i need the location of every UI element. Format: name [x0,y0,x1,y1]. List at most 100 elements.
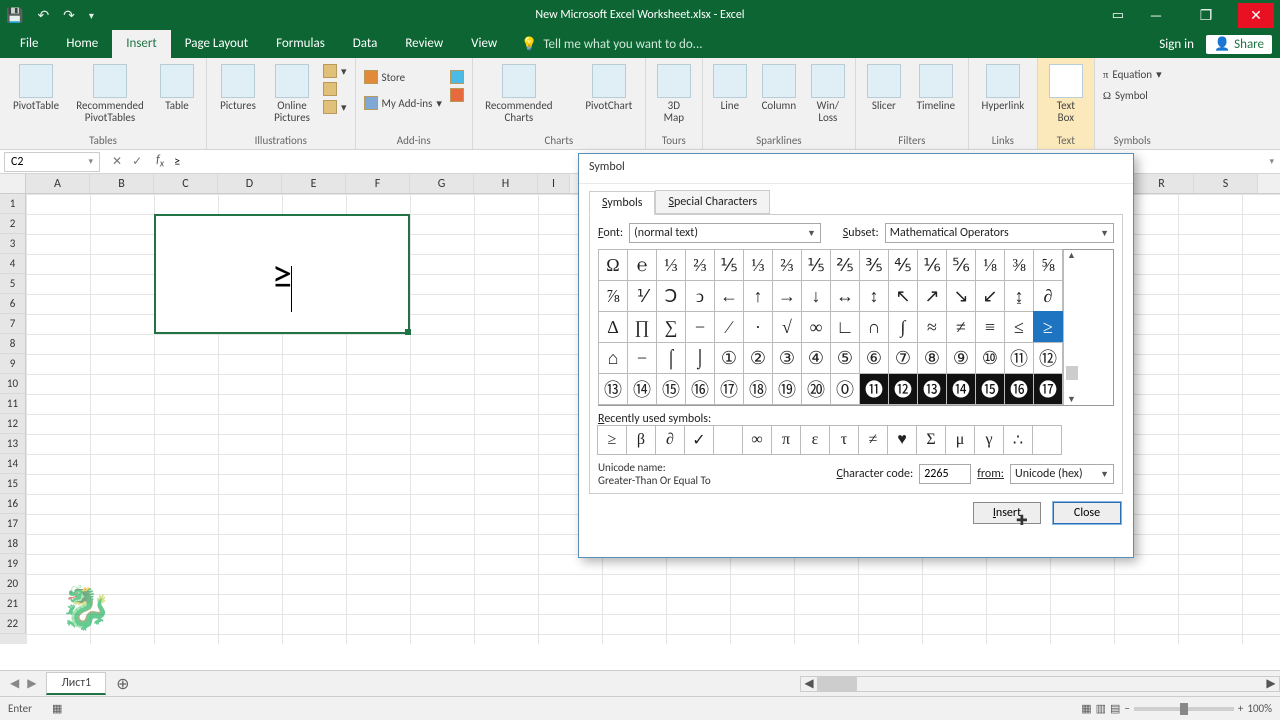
symbol-cell[interactable]: ⑤ [830,342,860,374]
sparkline-winloss-button[interactable]: Win/ Loss [809,60,847,124]
symbol-cell[interactable]: ⓬ [888,373,918,405]
tell-me-search[interactable]: 💡 Tell me what you want to do... [521,37,1159,52]
row-header[interactable]: 1 [0,194,26,214]
symbol-cell[interactable]: ⅗ [859,249,889,281]
recent-symbol-cell[interactable]: ∴ [1003,425,1033,455]
symbol-cell[interactable]: ⓪ [830,373,860,405]
row-header[interactable]: 22 [0,614,26,634]
tab-file[interactable]: File [6,30,52,58]
sparkline-column-button[interactable]: Column [757,60,801,112]
dialog-tab-symbols[interactable]: Symbols [589,191,655,215]
smartart-button[interactable] [323,82,347,96]
symbol-cell[interactable]: ⌂ [598,342,628,374]
symbol-cell[interactable]: ∟ [830,311,860,343]
table-button[interactable]: Table [156,60,198,112]
tab-view[interactable]: View [457,30,511,58]
symbol-cell[interactable]: √ [772,311,802,343]
symbol-cell[interactable]: ↗ [917,280,947,312]
row-header[interactable]: 12 [0,414,26,434]
shapes-button[interactable]: ▾ [323,64,347,78]
row-header[interactable]: 6 [0,294,26,314]
sheet-tab[interactable]: Лист1 [46,672,106,695]
recent-symbol-cell[interactable]: γ [974,425,1004,455]
symbol-cell[interactable]: ⑫ [1033,342,1063,374]
select-all-corner[interactable] [0,174,26,193]
symbol-cell[interactable]: ↙ [975,280,1005,312]
symbol-cell[interactable]: ∙ [743,311,773,343]
recommended-charts-button[interactable]: Recommended Charts [481,60,557,124]
row-header[interactable]: 14 [0,454,26,474]
formula-content[interactable]: ≥ [170,155,180,169]
symbol-cell[interactable]: ⓭ [917,373,947,405]
recent-symbol-cell[interactable]: β [626,425,656,455]
symbol-cell[interactable]: Ω [598,249,628,281]
tab-page-layout[interactable]: Page Layout [171,30,262,58]
sign-in-link[interactable]: Sign in [1159,37,1194,52]
column-header[interactable]: C [154,174,218,193]
recent-symbol-cell[interactable]: ∂ [655,425,685,455]
symbol-cell[interactable]: ⅛ [975,249,1005,281]
symbol-cell[interactable]: ↔ [830,280,860,312]
symbol-cell[interactable]: ≠ [946,311,976,343]
symbol-cell[interactable]: ⑦ [888,342,918,374]
row-header[interactable]: 19 [0,554,26,574]
row-header[interactable]: 20 [0,574,26,594]
close-dialog-button[interactable]: Close [1053,502,1121,524]
symbol-cell[interactable]: ⅙ [917,249,947,281]
insert-button[interactable]: Insert [973,502,1041,524]
symbol-cell[interactable]: ⑥ [859,342,889,374]
qat-customize-icon[interactable]: ▾ [89,9,94,22]
symbol-cell[interactable]: ⑱ [743,373,773,405]
3d-map-button[interactable]: 3D Map [654,60,694,124]
zoom-slider[interactable] [1134,707,1234,711]
symbol-cell[interactable]: ℮ [627,249,657,281]
symbol-cell[interactable]: ⑨ [946,342,976,374]
sparkline-line-button[interactable]: Line [711,60,749,112]
recent-symbol-cell[interactable]: μ [945,425,975,455]
recent-symbol-cell[interactable]: ♥ [887,425,917,455]
zoom-level[interactable]: 100% [1247,702,1272,715]
symbol-cell[interactable]: ⑲ [772,373,802,405]
horizontal-scrollbar[interactable]: ◀▶ [800,676,1280,692]
slicer-button[interactable]: Slicer [864,60,904,112]
symbol-cell[interactable]: ⓱ [1033,373,1063,405]
recent-symbol-cell[interactable]: Σ [916,425,946,455]
symbol-cell[interactable]: ⑯ [685,373,715,405]
symbol-cell[interactable]: ⅝ [1033,249,1063,281]
recent-symbol-cell[interactable]: ε [800,425,830,455]
symbol-cell[interactable]: ∏ [627,311,657,343]
symbol-cell[interactable]: ↨ [1004,280,1034,312]
symbol-cell[interactable]: ⅔ [685,249,715,281]
active-cell[interactable]: ≥ [154,214,410,334]
symbol-cell[interactable]: ↄ [685,280,715,312]
symbol-cell[interactable]: ⑮ [656,373,686,405]
people-graph-button[interactable] [450,88,464,102]
symbol-cell[interactable]: ↘ [946,280,976,312]
column-header[interactable]: S [1194,174,1258,193]
symbol-cell[interactable]: ∩ [859,311,889,343]
from-select[interactable]: Unicode (hex)▼ [1010,464,1114,484]
sheet-nav-next-icon[interactable]: ▶ [27,676,36,691]
cancel-formula-icon[interactable]: ✕ [112,154,122,169]
maximize-button[interactable]: ❐ [1188,7,1224,24]
subset-select[interactable]: Mathematical Operators▼ [885,223,1114,243]
row-header[interactable]: 3 [0,234,26,254]
symbol-cell[interactable]: ③ [772,342,802,374]
symbol-cell[interactable]: ← [714,280,744,312]
row-header[interactable]: 11 [0,394,26,414]
my-addins-button[interactable]: My Add-ins ▾ [364,96,442,110]
character-code-input[interactable] [919,464,971,484]
symbol-cell[interactable]: ⅟ [627,280,657,312]
view-page-layout-icon[interactable]: ▥ [1096,702,1106,715]
symbol-cell[interactable]: ≤ [1004,311,1034,343]
symbol-cell[interactable]: ⑳ [801,373,831,405]
column-header[interactable]: E [282,174,346,193]
tab-home[interactable]: Home [52,30,112,58]
symbol-cell[interactable]: ⓯ [975,373,1005,405]
row-header[interactable]: 10 [0,374,26,394]
symbol-cell[interactable]: − [685,311,715,343]
minimize-button[interactable]: — [1138,7,1174,24]
recent-symbol-cell[interactable]: ≥ [597,425,627,455]
column-header[interactable]: F [346,174,410,193]
hyperlink-button[interactable]: Hyperlink [977,60,1029,112]
